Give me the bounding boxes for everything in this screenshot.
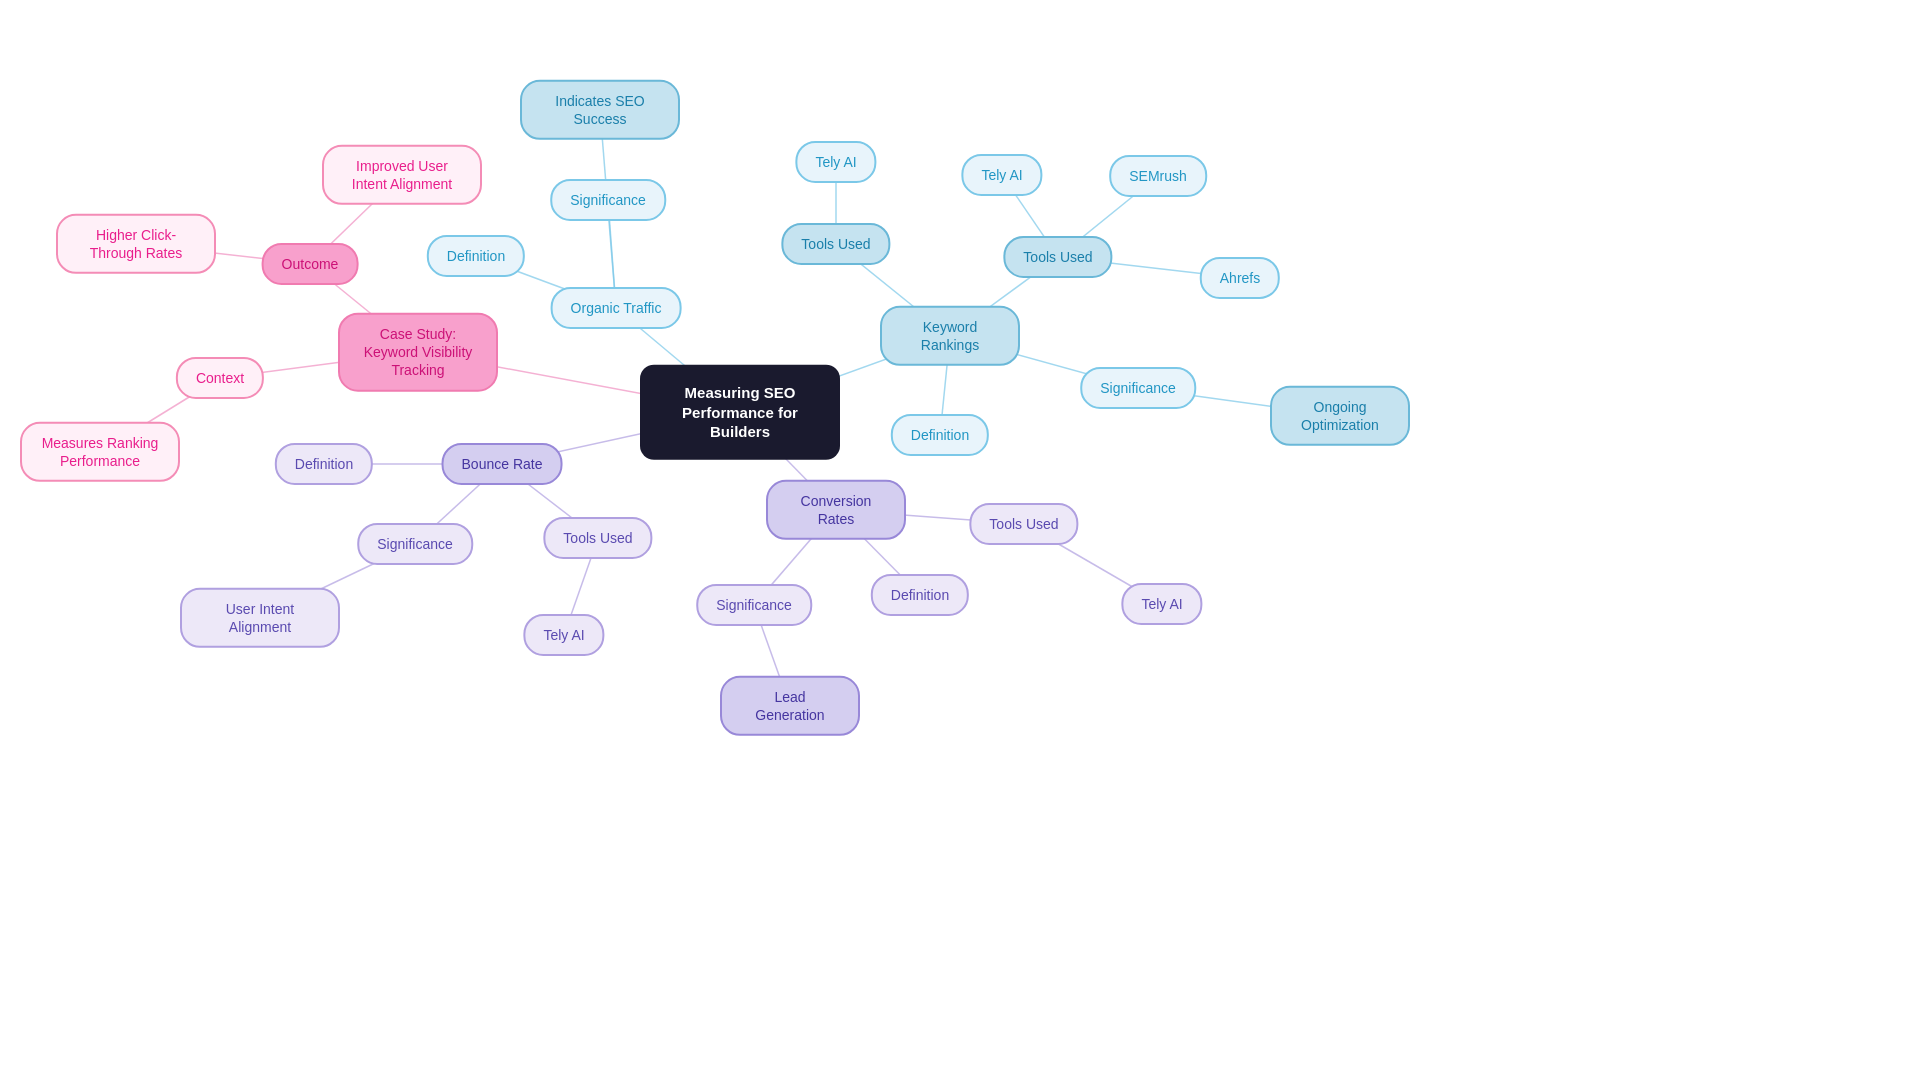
node-conversion-rates[interactable]: Conversion Rates (766, 480, 906, 540)
node-tely-kw2[interactable]: Tely AI (961, 154, 1042, 196)
node-tely-conv[interactable]: Tely AI (1121, 583, 1202, 625)
node-ongoing-opt[interactable]: Ongoing Optimization (1270, 386, 1410, 446)
node-case-study[interactable]: Case Study: Keyword Visibility Tracking (338, 313, 498, 392)
node-definition-br[interactable]: Definition (275, 443, 373, 485)
node-tools-br[interactable]: Tools Used (543, 517, 652, 559)
node-user-intent[interactable]: User Intent Alignment (180, 588, 340, 648)
center-node[interactable]: Measuring SEO Performance for Builders (640, 365, 840, 460)
node-tools-conv[interactable]: Tools Used (969, 503, 1078, 545)
node-significance-kw[interactable]: Significance (1080, 367, 1196, 409)
node-tely-kw[interactable]: Tely AI (795, 141, 876, 183)
node-ahrefs[interactable]: Ahrefs (1200, 257, 1280, 299)
node-outcome[interactable]: Outcome (262, 243, 359, 285)
node-significance-br[interactable]: Significance (357, 523, 473, 565)
node-tools-kw[interactable]: Tools Used (781, 223, 890, 265)
node-bounce-rate[interactable]: Bounce Rate (442, 443, 563, 485)
node-semrush[interactable]: SEMrush (1109, 155, 1207, 197)
node-improved-intent[interactable]: Improved User Intent Alignment (322, 145, 482, 205)
node-definition-conv[interactable]: Definition (871, 574, 969, 616)
mind-map: Measuring SEO Performance for Builders Or… (0, 0, 1920, 1083)
node-definition-organic[interactable]: Definition (427, 235, 525, 277)
node-organic-traffic[interactable]: Organic Traffic (551, 287, 682, 329)
node-tely-br[interactable]: Tely AI (523, 614, 604, 656)
node-significance-organic[interactable]: Significance (550, 179, 666, 221)
node-context[interactable]: Context (176, 357, 264, 399)
node-tools-kw2[interactable]: Tools Used (1003, 236, 1112, 278)
node-lead-gen[interactable]: Lead Generation (720, 676, 860, 736)
node-indicates-seo[interactable]: Indicates SEO Success (520, 80, 680, 140)
node-definition-kw[interactable]: Definition (891, 414, 989, 456)
node-keyword-rankings[interactable]: Keyword Rankings (880, 306, 1020, 366)
node-higher-ctr[interactable]: Higher Click-Through Rates (56, 214, 216, 274)
node-significance-conv[interactable]: Significance (696, 584, 812, 626)
node-measures-ranking[interactable]: Measures Ranking Performance (20, 422, 180, 482)
